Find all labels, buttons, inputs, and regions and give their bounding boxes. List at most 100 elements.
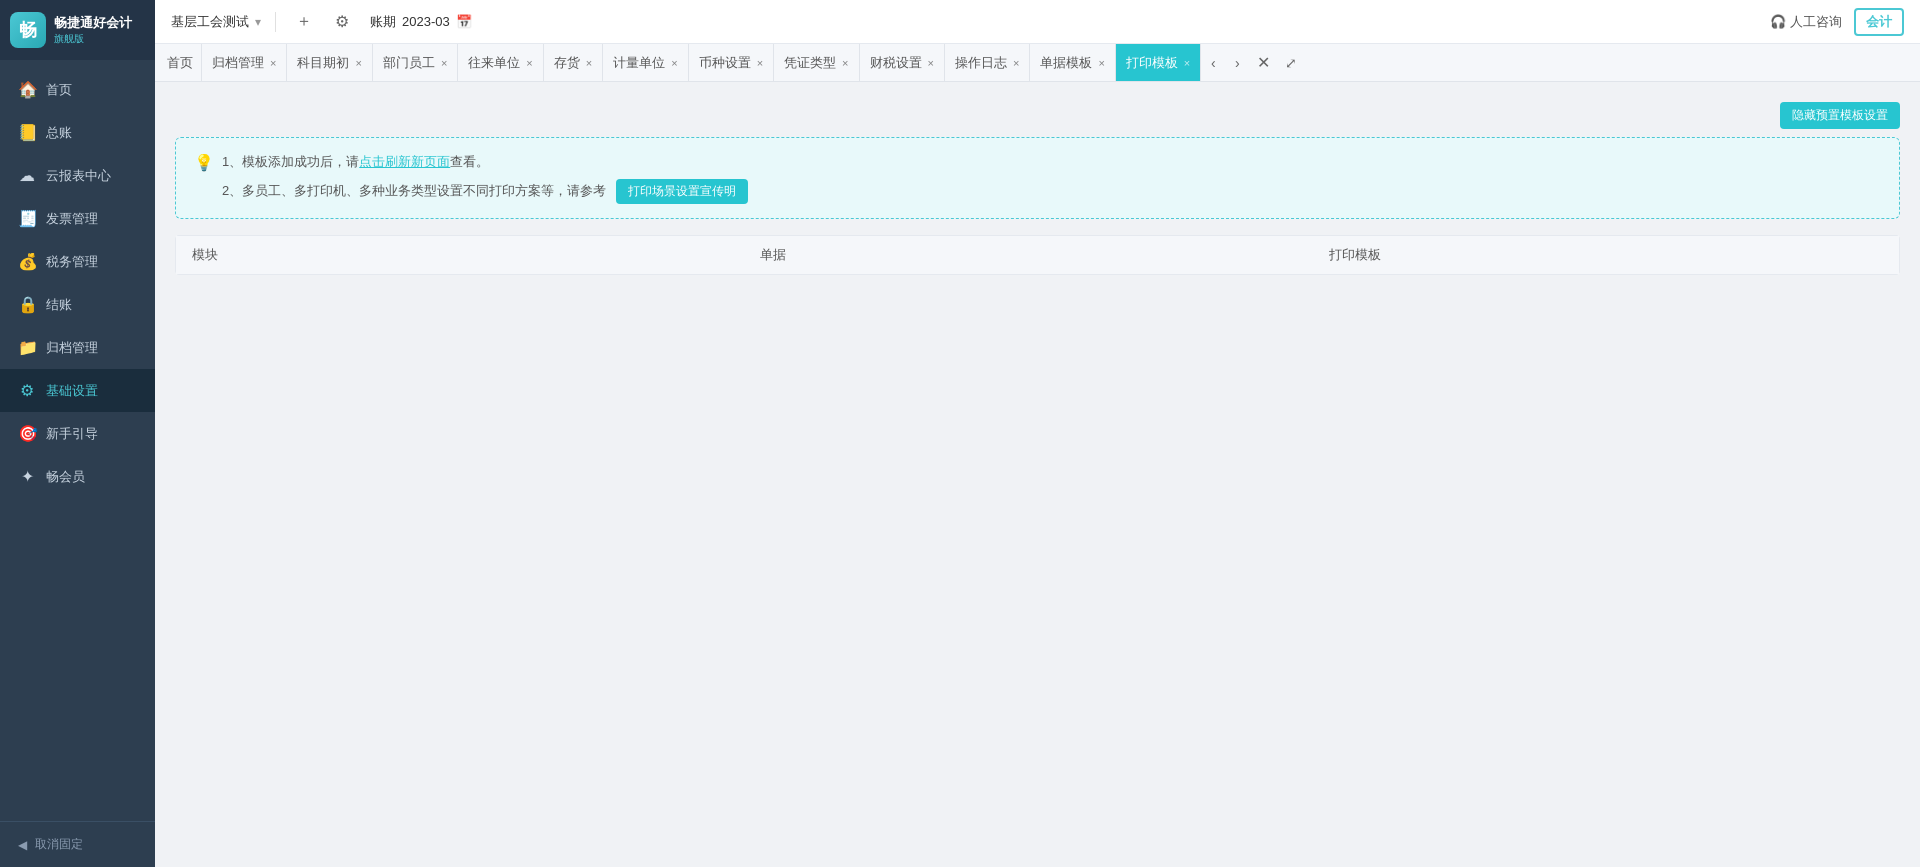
tab-partner[interactable]: 往来单位 ×	[458, 44, 543, 82]
project-chevron-icon: ▾	[255, 15, 261, 29]
sidebar-item-basic[interactable]: ⚙ 基础设置	[0, 369, 155, 412]
bulb-icon: 💡	[194, 153, 214, 172]
pin-icon: ◀	[18, 838, 27, 852]
topbar-divider	[275, 12, 276, 32]
print-scene-button[interactable]: 打印场景设置宣传明	[616, 179, 748, 204]
tab-partner-label: 往来单位	[468, 54, 520, 72]
tab-stock-label: 存货	[554, 54, 580, 72]
period-label: 账期	[370, 13, 396, 31]
tab-archive-close[interactable]: ×	[270, 57, 276, 69]
period-display: 账期 2023-03 📅	[370, 13, 472, 31]
sidebar-item-home[interactable]: 🏠 首页	[0, 68, 155, 111]
sidebar-item-archive[interactable]: 📁 归档管理	[0, 326, 155, 369]
tab-prev-button[interactable]: ‹	[1201, 44, 1225, 82]
sidebar-item-invoice[interactable]: 🧾 发票管理	[0, 197, 155, 240]
support-button[interactable]: 🎧 人工咨询	[1770, 13, 1842, 31]
project-selector[interactable]: 基层工会测试 ▾	[171, 13, 261, 31]
tab-oplog[interactable]: 操作日志 ×	[945, 44, 1030, 82]
sidebar-item-label: 云报表中心	[46, 167, 111, 185]
sidebar-menu: 🏠 首页 📒 总账 ☁ 云报表中心 🧾 发票管理 💰 税务管理 🔒 结账 📁 归…	[0, 60, 155, 821]
kuaiji-button[interactable]: 会计	[1854, 8, 1904, 36]
tax-icon: 💰	[18, 252, 36, 271]
notice-box: 💡 1、模板添加成功后，请点击刷新新页面查看。 💡 2、多员工、多打印机、多种业…	[175, 137, 1900, 219]
support-label: 人工咨询	[1790, 13, 1842, 31]
tab-expand-button[interactable]: ⤢	[1277, 44, 1305, 82]
logo-icon: 畅	[10, 12, 46, 48]
tab-printtpl[interactable]: 打印模板 ×	[1116, 44, 1201, 82]
sidebar-item-ledger[interactable]: 📒 总账	[0, 111, 155, 154]
footer-label: 取消固定	[35, 836, 83, 853]
notice-refresh-link[interactable]: 点击刷新新页面	[359, 154, 450, 169]
app-name: 畅捷通好会计	[54, 14, 132, 32]
tab-oplog-label: 操作日志	[955, 54, 1007, 72]
table-container: 模块 单据 打印模板	[175, 235, 1900, 275]
member-icon: ✦	[18, 467, 36, 486]
calendar-icon[interactable]: 📅	[456, 14, 472, 29]
headset-icon: 🎧	[1770, 14, 1786, 29]
tab-stock[interactable]: 存货 ×	[544, 44, 603, 82]
ledger-icon: 📒	[18, 123, 36, 142]
tab-partner-close[interactable]: ×	[526, 57, 532, 69]
tab-stock-close[interactable]: ×	[586, 57, 592, 69]
tab-archive[interactable]: 归档管理 ×	[202, 44, 287, 82]
sidebar-item-label: 发票管理	[46, 210, 98, 228]
notice-line1-suffix: 查看。	[450, 154, 489, 169]
tab-measure-label: 计量单位	[613, 54, 665, 72]
tab-dept-close[interactable]: ×	[441, 57, 447, 69]
sidebar-item-label: 畅会员	[46, 468, 85, 486]
sidebar-item-label: 结账	[46, 296, 72, 314]
logo-text: 畅捷通好会计 旗舰版	[54, 14, 132, 46]
sidebar-item-label: 基础设置	[46, 382, 98, 400]
logo-area: 畅 畅捷通好会计 旗舰版	[0, 0, 155, 60]
sidebar-item-member[interactable]: ✦ 畅会员	[0, 455, 155, 498]
notice-row-2: 💡 2、多员工、多打印机、多种业务类型设置不同打印方案等，请参考 打印场景设置宣…	[194, 179, 1881, 204]
main-area: 基层工会测试 ▾ ＋ ⚙ 账期 2023-03 📅 🎧 人工咨询 会计 首页 归…	[155, 0, 1920, 867]
app-badge: 旗舰版	[54, 32, 132, 46]
notice-line1-prefix: 1、模板添加成功后，请	[222, 154, 359, 169]
notice-line2-prefix: 2、多员工、多打印机、多种业务类型设置不同打印方案等，请参考	[222, 183, 606, 198]
sidebar-item-tax[interactable]: 💰 税务管理	[0, 240, 155, 283]
project-name: 基层工会测试	[171, 13, 249, 31]
tab-close-all-button[interactable]: ✕	[1249, 44, 1277, 82]
sidebar-item-label: 归档管理	[46, 339, 98, 357]
tab-voucher-label: 凭证类型	[784, 54, 836, 72]
print-template-table: 模块 单据 打印模板	[175, 235, 1900, 275]
tab-measure[interactable]: 计量单位 ×	[603, 44, 688, 82]
tab-printtpl-label: 打印模板	[1126, 54, 1178, 72]
settle-icon: 🔒	[18, 295, 36, 314]
tab-currency[interactable]: 币种设置 ×	[689, 44, 774, 82]
guide-icon: 🎯	[18, 424, 36, 443]
sidebar-item-guide[interactable]: 🎯 新手引导	[0, 412, 155, 455]
tab-taxset-close[interactable]: ×	[928, 57, 934, 69]
tab-subject[interactable]: 科目期初 ×	[287, 44, 372, 82]
sidebar-footer[interactable]: ◀ 取消固定	[0, 821, 155, 867]
hide-template-settings-button[interactable]: 隐藏预置模板设置	[1780, 102, 1900, 129]
tab-voucher-close[interactable]: ×	[842, 57, 848, 69]
tab-next-button[interactable]: ›	[1225, 44, 1249, 82]
tab-measure-close[interactable]: ×	[671, 57, 677, 69]
invoice-icon: 🧾	[18, 209, 36, 228]
tab-singletpl[interactable]: 单据模板 ×	[1030, 44, 1115, 82]
sidebar-item-settle[interactable]: 🔒 结账	[0, 283, 155, 326]
settings-icon[interactable]: ⚙	[328, 8, 356, 36]
tab-subject-close[interactable]: ×	[355, 57, 361, 69]
add-tab-button[interactable]: ＋	[290, 8, 318, 36]
tab-currency-label: 币种设置	[699, 54, 751, 72]
tab-home-label: 首页	[167, 54, 193, 72]
sidebar-item-report[interactable]: ☁ 云报表中心	[0, 154, 155, 197]
col-module: 模块	[176, 235, 745, 274]
hide-btn-row: 隐藏预置模板设置	[175, 102, 1900, 129]
period-value: 2023-03	[402, 14, 450, 29]
tab-currency-close[interactable]: ×	[757, 57, 763, 69]
tab-dept[interactable]: 部门员工 ×	[373, 44, 458, 82]
tab-voucher[interactable]: 凭证类型 ×	[774, 44, 859, 82]
sidebar-item-label: 税务管理	[46, 253, 98, 271]
tab-taxset[interactable]: 财税设置 ×	[860, 44, 945, 82]
tab-singletpl-close[interactable]: ×	[1098, 57, 1104, 69]
tab-printtpl-close[interactable]: ×	[1184, 57, 1190, 69]
tab-archive-label: 归档管理	[212, 54, 264, 72]
table-header-row: 模块 单据 打印模板	[176, 235, 1900, 274]
tab-home[interactable]: 首页	[159, 44, 202, 82]
tab-oplog-close[interactable]: ×	[1013, 57, 1019, 69]
basic-icon: ⚙	[18, 381, 36, 400]
